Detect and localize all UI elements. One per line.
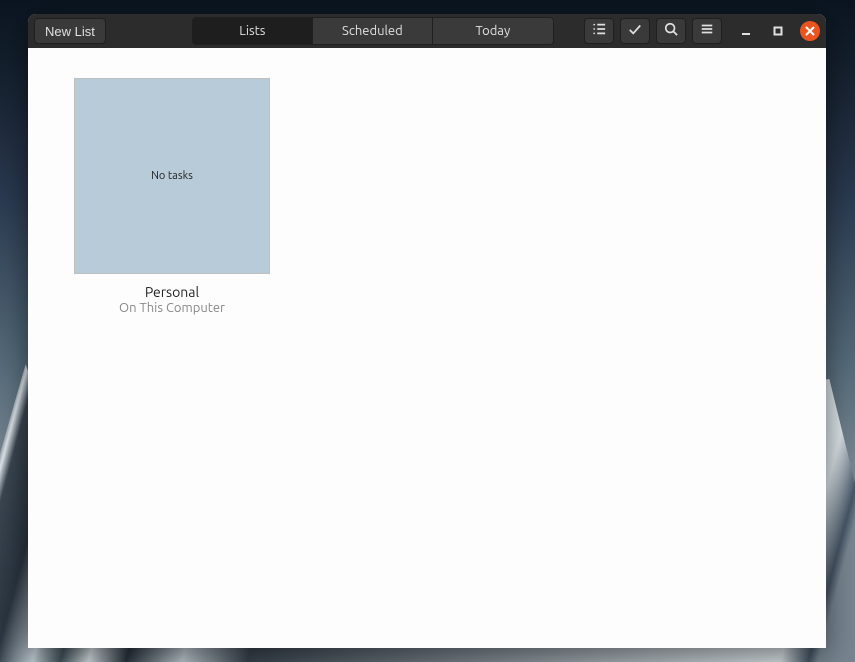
maximize-icon <box>773 22 783 40</box>
search-icon <box>664 22 678 40</box>
list-card[interactable]: No tasks Personal On This Computer <box>74 78 270 315</box>
lists-grid: No tasks Personal On This Computer <box>28 48 826 648</box>
close-button[interactable] <box>800 21 820 41</box>
empty-state-text: No tasks <box>151 170 193 182</box>
close-icon <box>805 22 815 40</box>
maximize-button[interactable] <box>768 21 788 41</box>
search-button[interactable] <box>656 18 686 44</box>
tasks-window: New List Lists Scheduled Today <box>28 14 826 648</box>
minimize-icon <box>741 22 751 40</box>
new-list-button[interactable]: New List <box>34 18 106 44</box>
list-icon <box>592 22 606 40</box>
list-view-button[interactable] <box>584 18 614 44</box>
show-completed-button[interactable] <box>620 18 650 44</box>
menu-button[interactable] <box>692 18 722 44</box>
list-tile: No tasks <box>74 78 270 274</box>
view-switcher: Lists Scheduled Today <box>192 17 554 45</box>
hamburger-icon <box>700 22 714 40</box>
titlebar: New List Lists Scheduled Today <box>28 14 826 48</box>
window-controls <box>736 21 820 41</box>
tab-scheduled[interactable]: Scheduled <box>313 18 433 44</box>
tab-today[interactable]: Today <box>433 18 553 44</box>
tab-lists[interactable]: Lists <box>193 18 313 44</box>
list-title: Personal <box>145 284 199 300</box>
minimize-button[interactable] <box>736 21 756 41</box>
list-source: On This Computer <box>119 301 225 315</box>
check-icon <box>628 22 642 40</box>
